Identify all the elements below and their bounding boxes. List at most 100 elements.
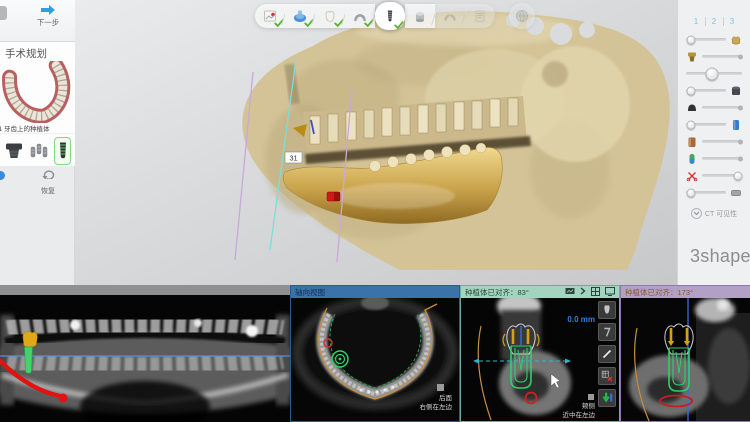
export-down-button[interactable] xyxy=(598,389,616,407)
slider-knob[interactable] xyxy=(705,67,718,80)
cross2-slice[interactable] xyxy=(621,298,750,421)
brand-logo: 3shape xyxy=(690,246,750,267)
slider-track[interactable] xyxy=(702,174,742,177)
slider-knob[interactable] xyxy=(686,188,695,197)
cross1-slice[interactable]: 0.0 mm 颊侧 近中在左边 xyxy=(461,298,619,421)
slider-end-dot xyxy=(738,156,743,161)
cross-section-view-1[interactable]: 种植体已对齐：83° xyxy=(460,285,620,422)
scissors-icon xyxy=(686,170,698,182)
slider-track[interactable] xyxy=(702,55,742,58)
step-extra[interactable] xyxy=(509,3,535,29)
monitor-icon[interactable] xyxy=(605,287,615,298)
slider-crown[interactable] xyxy=(678,31,750,48)
crown-overlay[interactable] xyxy=(23,332,37,348)
globe-icon xyxy=(514,8,530,24)
slider-scan-sphere[interactable] xyxy=(678,65,750,82)
grid-layout-icon[interactable] xyxy=(591,287,600,298)
orientation-label: 颊侧 xyxy=(582,401,595,410)
panoramic-view[interactable] xyxy=(0,285,290,422)
measure-pen-button[interactable] xyxy=(598,345,616,363)
panel-title: 手术规划 xyxy=(0,42,75,61)
slider-cylinder[interactable] xyxy=(678,82,750,99)
step-surface-scan[interactable] xyxy=(285,4,315,28)
tab-1[interactable]: 1 xyxy=(688,17,705,26)
slider-cap[interactable] xyxy=(678,99,750,116)
slider-end-dot xyxy=(738,139,743,144)
next-arrow-icon xyxy=(41,5,55,15)
step-alignment[interactable] xyxy=(345,4,375,28)
slider-abutment[interactable] xyxy=(678,48,750,65)
axial-view[interactable]: 轴向视图 后面 右侧在左边 xyxy=(290,285,460,422)
tool-7-button[interactable] xyxy=(598,323,616,341)
abutment-item[interactable] xyxy=(4,137,24,165)
cross1-title: 种植体已对齐：83° xyxy=(465,287,529,298)
step-crown-design[interactable] xyxy=(315,4,345,28)
slider-track[interactable] xyxy=(686,38,726,41)
visibility-panel: 1 2 3 CT 可见性 xyxy=(677,0,750,285)
implant-parts-row xyxy=(0,133,75,167)
step-implant-plan[interactable] xyxy=(375,2,405,30)
slider-track[interactable] xyxy=(702,157,742,160)
step-report[interactable] xyxy=(465,4,495,28)
slider-track[interactable] xyxy=(702,106,742,109)
slider-knob[interactable] xyxy=(686,120,695,129)
slice-views: 轴向视图 后面 右侧在左边 xyxy=(0,285,750,422)
3d-viewport[interactable]: 31 xyxy=(75,0,677,285)
implant-overlay[interactable] xyxy=(25,347,33,373)
skull-3d-render[interactable]: 31 xyxy=(225,4,685,272)
chevron-right-icon[interactable] xyxy=(580,287,586,297)
partial-action-button[interactable] xyxy=(0,171,8,191)
tab-3[interactable]: 3 xyxy=(724,17,741,26)
slider-track[interactable] xyxy=(686,191,726,194)
slider-blue-implant[interactable] xyxy=(678,116,750,133)
partial-toolbar-button[interactable] xyxy=(0,6,9,30)
slider-implant[interactable] xyxy=(678,184,750,201)
axial-slice[interactable]: 后面 右侧在左边 xyxy=(291,298,459,421)
abutment-icon xyxy=(4,142,24,160)
step-guide-design[interactable] xyxy=(435,4,465,28)
slider-track[interactable] xyxy=(686,123,726,126)
jaw-preview-image[interactable] xyxy=(0,61,75,123)
implant-kit-icon xyxy=(29,142,49,160)
cross2-title: 种植体已对齐：173° xyxy=(625,287,693,298)
ct-visibility-toggle[interactable]: CT 可见性 xyxy=(678,208,750,219)
restore-label: 恢复 xyxy=(41,188,55,195)
action-icon xyxy=(0,171,5,180)
slider-knob[interactable] xyxy=(686,35,695,44)
chevron-down-icon xyxy=(691,208,702,219)
copper-cylinder-icon xyxy=(686,136,698,148)
next-step-button[interactable]: 下一步 xyxy=(26,5,70,28)
orientation-icon xyxy=(588,394,594,400)
slider-track[interactable] xyxy=(702,140,742,143)
slider-track[interactable] xyxy=(686,89,726,92)
restore-button[interactable]: 恢复 xyxy=(28,169,68,198)
tab-2[interactable]: 2 xyxy=(706,17,723,26)
implant-marker[interactable] xyxy=(327,192,340,201)
workflow-toolbar xyxy=(255,2,535,30)
crown-tool-button[interactable] xyxy=(598,301,616,319)
cross1-header: 种植体已对齐：83° xyxy=(461,286,619,298)
capsule-icon xyxy=(686,153,698,165)
panoramic-header xyxy=(0,285,290,295)
selected-implant-item[interactable] xyxy=(54,137,71,165)
step-scan-import[interactable] xyxy=(255,4,285,28)
cross-section-view-2[interactable]: 种植体已对齐：173° xyxy=(620,285,750,422)
slider-track[interactable] xyxy=(686,72,742,75)
blue-cylinder-icon xyxy=(730,119,742,131)
undo-icon xyxy=(42,169,55,179)
left-sidebar: 下一步 手术规划 31 牙齿上的种植体 xyxy=(0,0,75,285)
slider-copper[interactable] xyxy=(678,133,750,150)
implant-kit-item[interactable] xyxy=(29,137,49,165)
panoramic-xray[interactable] xyxy=(0,295,290,422)
visibility-sliders xyxy=(678,31,750,201)
image-icon[interactable] xyxy=(565,287,575,297)
slider-capsule[interactable] xyxy=(678,150,750,167)
implant-gray-icon xyxy=(730,187,742,199)
delete-measure-button[interactable] xyxy=(598,367,616,385)
slider-cut[interactable] xyxy=(678,167,750,184)
step-sleeve[interactable] xyxy=(405,4,435,28)
cross1-toolbar xyxy=(598,301,618,411)
slider-knob[interactable] xyxy=(686,86,695,95)
orientation-label: 右侧在左边 xyxy=(420,402,453,411)
slider-knob[interactable] xyxy=(733,171,742,180)
